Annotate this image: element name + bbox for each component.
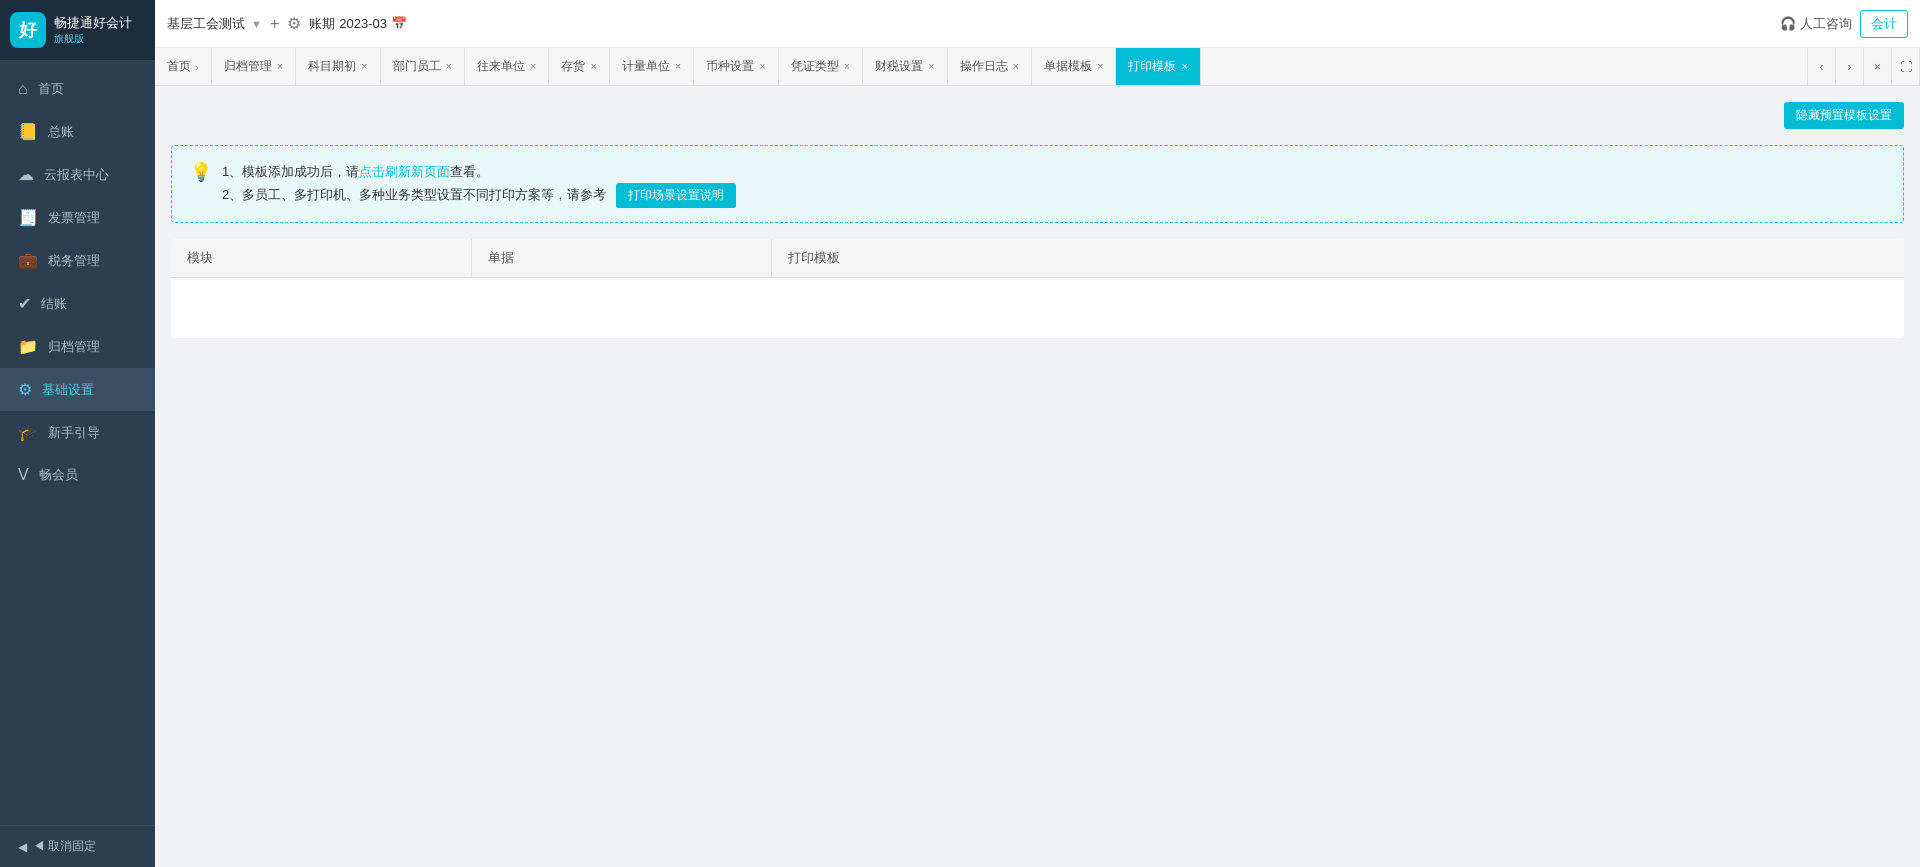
calendar-icon[interactable]: 📅 <box>391 16 407 31</box>
main-area: 基层工会测试 ▼ + ⚙ 账期 2023-03 📅 🎧 人工咨询 会计 首页 › <box>155 0 1920 867</box>
notice-content: 1、模板添加成功后，请点击刷新新页面查看。 2、多员工、多打印机、多种业务类型设… <box>222 160 1885 208</box>
tab-nav-prev-button[interactable]: ‹ <box>1808 48 1836 86</box>
home-icon: ⌂ <box>18 80 28 98</box>
headset-icon: 🎧 <box>1780 16 1796 31</box>
col-module: 模块 <box>171 239 471 277</box>
tab-close-icon[interactable]: × <box>590 61 596 72</box>
sidebar-item-invoice[interactable]: 🧾 发票管理 <box>0 196 155 239</box>
topbar-right: 🎧 人工咨询 会计 <box>1780 10 1908 38</box>
invoice-icon: 🧾 <box>18 208 38 227</box>
tab-close-icon[interactable]: × <box>844 61 850 72</box>
tab-subject-init[interactable]: 科目期初 × <box>296 48 380 86</box>
tab-currency[interactable]: 币种设置 × <box>694 48 778 86</box>
tab-dept-staff[interactable]: 部门员工 × <box>381 48 465 86</box>
tab-close-icon[interactable]: × <box>675 61 681 72</box>
col-template: 打印模板 <box>771 239 1904 277</box>
add-tab-button[interactable]: + <box>270 15 279 33</box>
period-info: 账期 2023-03 📅 <box>309 15 407 33</box>
sidebar-item-home[interactable]: ⌂ 首页 <box>0 68 155 110</box>
content-area: 隐藏预置模板设置 💡 1、模板添加成功后，请点击刷新新页面查看。 2、多员工、多… <box>155 86 1920 867</box>
company-selector[interactable]: 基层工会测试 ▼ <box>167 15 262 33</box>
account-button[interactable]: 会计 <box>1860 10 1908 38</box>
tab-home-chevron-icon: › <box>195 61 199 73</box>
tabbar: 首页 › 归档管理 × 科目期初 × 部门员工 × 往来单位 × 存货 × 计量… <box>155 48 1920 86</box>
settings-icon: ⚙ <box>18 380 32 399</box>
member-icon: V <box>18 466 29 484</box>
tax-icon: 💼 <box>18 251 38 270</box>
tab-archive-mgmt[interactable]: 归档管理 × <box>212 48 296 86</box>
tab-op-log[interactable]: 操作日志 × <box>948 48 1032 86</box>
tab-home[interactable]: 首页 › <box>155 48 212 86</box>
tab-close-icon[interactable]: × <box>446 61 452 72</box>
col-slip: 单据 <box>471 239 771 277</box>
tab-close-icon[interactable]: × <box>361 61 367 72</box>
app-logo-text: 畅捷通好会计 旗舰版 <box>54 15 132 45</box>
company-chevron-icon: ▼ <box>251 18 262 30</box>
tab-expand-button[interactable]: ⛶ <box>1892 48 1920 86</box>
action-row: 隐藏预置模板设置 <box>171 102 1904 137</box>
sidebar-nav: ⌂ 首页 📒 总账 ☁ 云报表中心 🧾 发票管理 💼 税务管理 ✔ 结账 📁 归… <box>0 60 155 825</box>
sidebar-item-member[interactable]: V 畅会员 <box>0 454 155 496</box>
sidebar: 好 畅捷通好会计 旗舰版 ⌂ 首页 📒 总账 ☁ 云报表中心 🧾 发票管理 💼 … <box>0 0 155 867</box>
ledger-icon: 📒 <box>18 122 38 141</box>
tab-close-all-button[interactable]: × <box>1864 48 1892 86</box>
tab-voucher-type[interactable]: 凭证类型 × <box>779 48 863 86</box>
tab-nav-next-button[interactable]: › <box>1836 48 1864 86</box>
tab-unit[interactable]: 计量单位 × <box>610 48 694 86</box>
settings-gear-icon[interactable]: ⚙ <box>287 14 301 33</box>
topbar: 基层工会测试 ▼ + ⚙ 账期 2023-03 📅 🎧 人工咨询 会计 <box>155 0 1920 48</box>
hide-template-settings-button[interactable]: 隐藏预置模板设置 <box>1784 102 1904 129</box>
service-button[interactable]: 🎧 人工咨询 <box>1780 15 1852 33</box>
tab-tax-settings[interactable]: 财税设置 × <box>863 48 947 86</box>
tab-close-icon[interactable]: × <box>1013 61 1019 72</box>
tab-nav-buttons: ‹ › × ⛶ <box>1807 48 1920 86</box>
archive-icon: 📁 <box>18 337 38 356</box>
tab-inventory[interactable]: 存货 × <box>549 48 609 86</box>
sidebar-item-ledger[interactable]: 📒 总账 <box>0 110 155 153</box>
lightbulb-icon: 💡 <box>190 161 212 183</box>
unpin-button[interactable]: ◀ ◀ 取消固定 <box>0 825 155 867</box>
sidebar-logo: 好 畅捷通好会计 旗舰版 <box>0 0 155 60</box>
tab-close-icon[interactable]: × <box>530 61 536 72</box>
app-logo-icon: 好 <box>10 12 46 48</box>
tab-close-active-icon[interactable]: × <box>1181 61 1187 72</box>
tab-close-icon[interactable]: × <box>1097 61 1103 72</box>
notice-line2: 2、多员工、多打印机、多种业务类型设置不同打印方案等，请参考 打印场景设置说明 <box>222 183 1885 208</box>
sidebar-item-newuser[interactable]: 🎓 新手引导 <box>0 411 155 454</box>
sidebar-item-report[interactable]: ☁ 云报表中心 <box>0 153 155 196</box>
tab-single-template[interactable]: 单据模板 × <box>1032 48 1116 86</box>
tab-customer[interactable]: 往来单位 × <box>465 48 549 86</box>
tab-print-template[interactable]: 打印模板 × <box>1116 48 1200 86</box>
print-template-table: 模块 单据 打印模板 <box>171 239 1904 338</box>
topbar-actions: + ⚙ <box>270 14 301 33</box>
tab-close-icon[interactable]: × <box>277 61 283 72</box>
sidebar-item-tax[interactable]: 💼 税务管理 <box>0 239 155 282</box>
refresh-link[interactable]: 点击刷新新页面 <box>359 164 450 179</box>
pin-icon: ◀ <box>18 840 27 854</box>
tab-close-icon[interactable]: × <box>759 61 765 72</box>
newuser-icon: 🎓 <box>18 423 38 442</box>
table-body <box>171 278 1904 338</box>
notice-box: 💡 1、模板添加成功后，请点击刷新新页面查看。 2、多员工、多打印机、多种业务类… <box>171 145 1904 223</box>
tab-close-icon[interactable]: × <box>928 61 934 72</box>
report-icon: ☁ <box>18 165 34 184</box>
print-scene-explain-button[interactable]: 打印场景设置说明 <box>616 183 736 208</box>
sidebar-item-settings[interactable]: ⚙ 基础设置 <box>0 368 155 411</box>
sidebar-item-archive[interactable]: 📁 归档管理 <box>0 325 155 368</box>
table-header: 模块 单据 打印模板 <box>171 239 1904 278</box>
settle-icon: ✔ <box>18 294 31 313</box>
notice-line1: 1、模板添加成功后，请点击刷新新页面查看。 <box>222 160 1885 183</box>
sidebar-item-settle[interactable]: ✔ 结账 <box>0 282 155 325</box>
